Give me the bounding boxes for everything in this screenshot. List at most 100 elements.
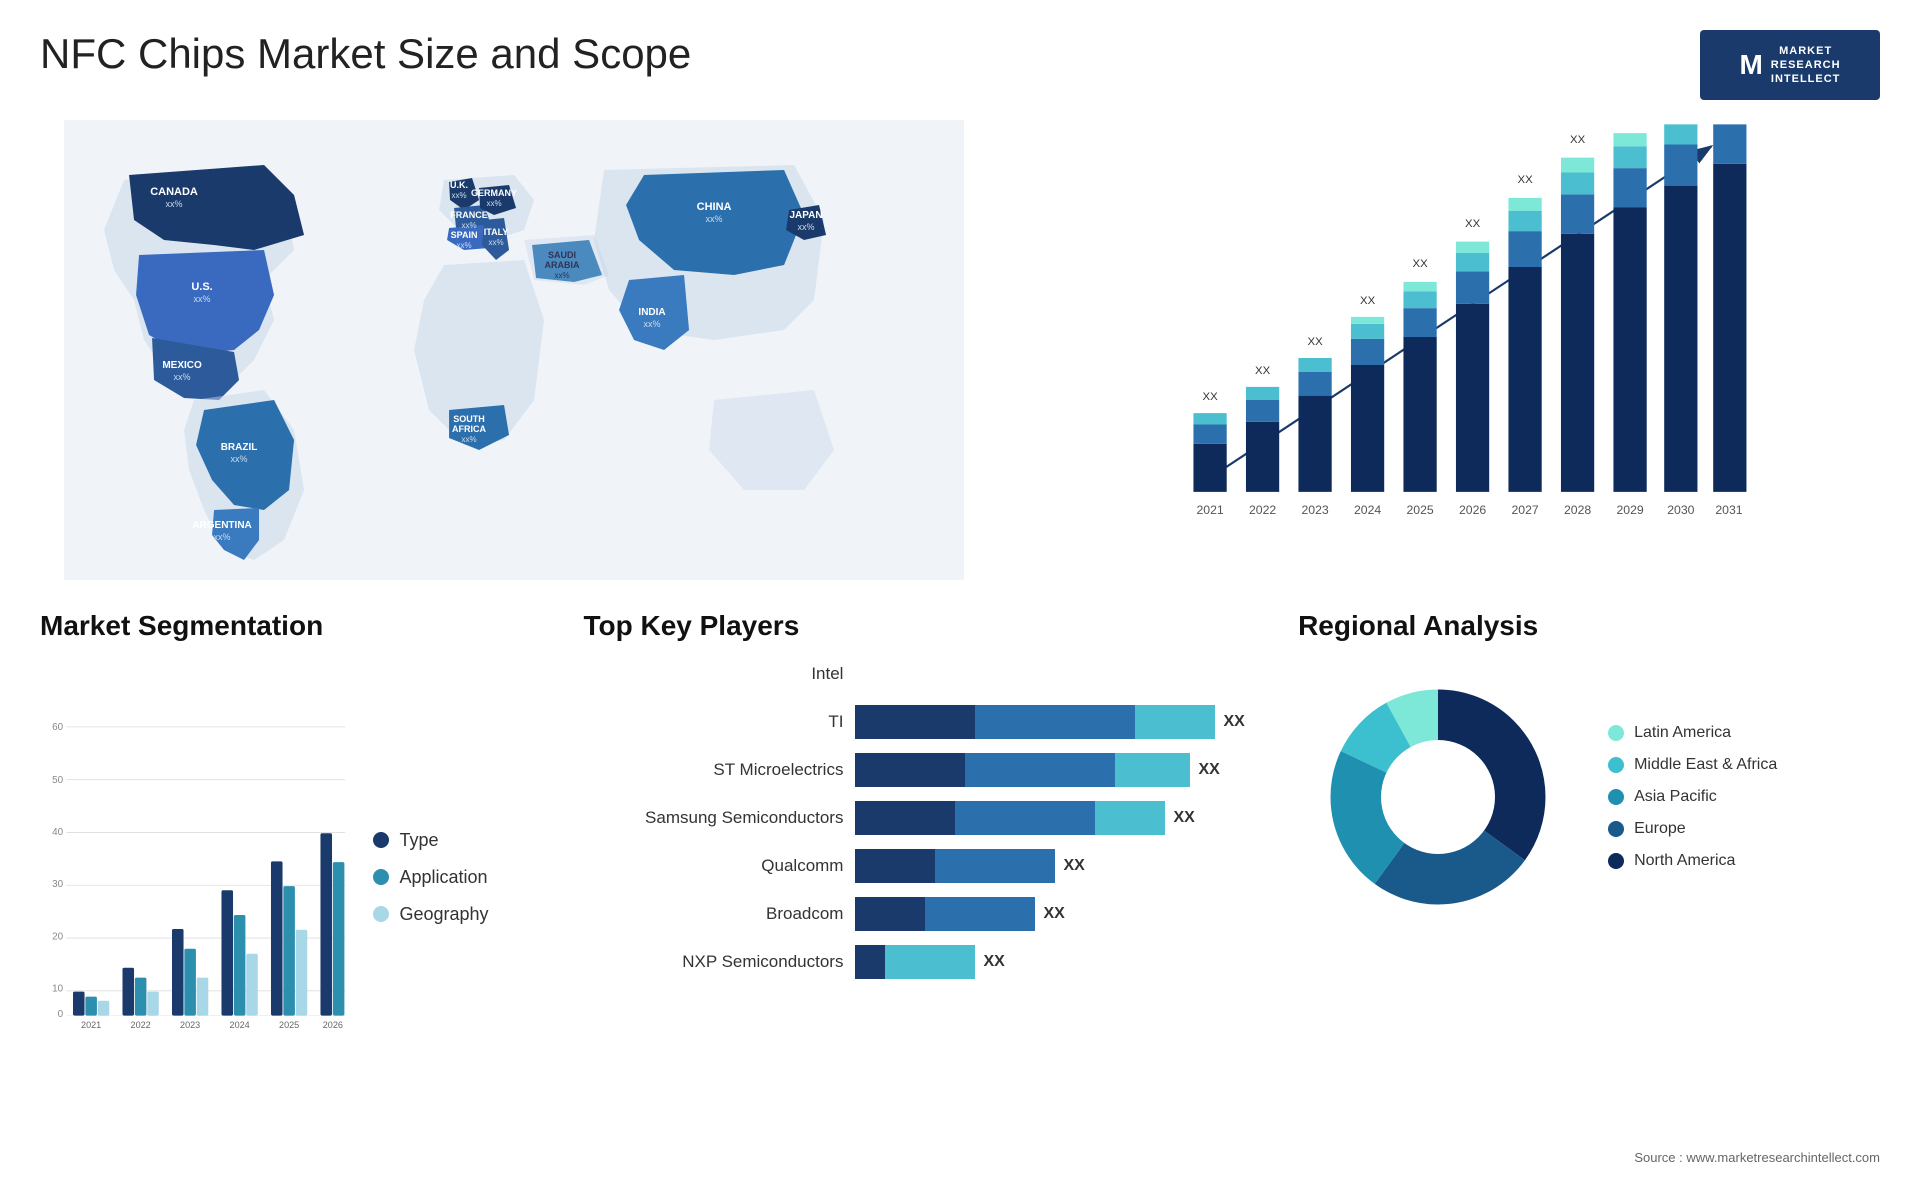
- svg-text:0: 0: [58, 1009, 64, 1020]
- svg-text:2030: 2030: [1667, 503, 1694, 517]
- players-title: Top Key Players: [583, 610, 1268, 642]
- bar-seg1: [855, 705, 975, 739]
- svg-text:2031: 2031: [1715, 503, 1742, 517]
- logo-m-letter: M: [1739, 49, 1762, 81]
- source-text: Source : www.marketresearchintellect.com: [1634, 1150, 1880, 1165]
- svg-text:2023: 2023: [180, 1020, 200, 1030]
- legend-asia-pacific: Asia Pacific: [1608, 788, 1777, 806]
- svg-text:ARABIA: ARABIA: [545, 260, 580, 270]
- player-st-xx: XX: [1198, 761, 1219, 779]
- svg-text:xx%: xx%: [706, 214, 723, 224]
- legend-europe: Europe: [1608, 820, 1777, 838]
- legend-north-america: North America: [1608, 852, 1777, 870]
- svg-text:40: 40: [52, 827, 63, 838]
- player-samsung-xx: XX: [1173, 809, 1194, 827]
- player-nxp-bar-container: XX: [855, 945, 1268, 979]
- player-intel-bar: [855, 657, 1268, 691]
- legend-mea: Middle East & Africa: [1608, 756, 1777, 774]
- page-title: NFC Chips Market Size and Scope: [40, 30, 691, 78]
- svg-text:2027: 2027: [1512, 503, 1539, 517]
- player-broadcom-bar: [855, 897, 1035, 931]
- donut-chart-svg: [1298, 657, 1578, 937]
- player-st-bar-container: XX: [855, 753, 1268, 787]
- dot-north-america: [1608, 853, 1624, 869]
- svg-text:SAUDI: SAUDI: [548, 250, 576, 260]
- legend-application-label: Application: [399, 867, 487, 888]
- player-nxp-xx: XX: [983, 953, 1004, 971]
- legend-geography-dot: [373, 906, 389, 922]
- svg-text:XX: XX: [1570, 134, 1586, 146]
- legend-application-dot: [373, 869, 389, 885]
- label-latin-america: Latin America: [1634, 724, 1731, 742]
- legend-geography: Geography: [373, 904, 553, 925]
- svg-text:XX: XX: [1255, 365, 1271, 377]
- player-ti-bar-container: XX: [855, 705, 1268, 739]
- dot-mea: [1608, 757, 1624, 773]
- regional-title: Regional Analysis: [1298, 610, 1880, 642]
- svg-text:GERMANY: GERMANY: [471, 188, 517, 198]
- player-ti-name: TI: [583, 712, 843, 732]
- dot-europe: [1608, 821, 1624, 837]
- svg-text:xx%: xx%: [174, 372, 191, 382]
- bar-seg2: [925, 897, 1035, 931]
- svg-text:2021: 2021: [1197, 503, 1224, 517]
- player-qualcomm-xx: XX: [1063, 857, 1084, 875]
- player-broadcom: Broadcom XX: [583, 897, 1268, 931]
- bar-seg1: [855, 945, 885, 979]
- bar-seg3: [1095, 801, 1165, 835]
- svg-text:AFRICA: AFRICA: [452, 424, 486, 434]
- svg-text:2023: 2023: [1302, 503, 1329, 517]
- bar-seg3: [885, 945, 975, 979]
- svg-text:U.S.: U.S.: [191, 281, 212, 293]
- svg-text:xx%: xx%: [486, 199, 501, 208]
- player-st-bar: [855, 753, 1190, 787]
- player-st-name: ST Microelectrics: [583, 760, 843, 780]
- legend-geography-label: Geography: [399, 904, 488, 925]
- svg-text:ARGENTINA: ARGENTINA: [192, 520, 251, 531]
- svg-text:2021: 2021: [81, 1020, 101, 1030]
- player-qualcomm-bar: [855, 849, 1055, 883]
- seg-legend: Type Application Geography: [373, 657, 553, 1097]
- players-list: Intel TI XX: [583, 657, 1268, 979]
- world-map-section: CANADA xx% U.S. xx% MEXICO xx% BRAZIL xx…: [40, 120, 988, 580]
- seg-chart-wrap: 60 50 40 30 20 10 0: [40, 657, 353, 1097]
- svg-text:XX: XX: [1465, 218, 1481, 230]
- svg-text:2022: 2022: [1249, 503, 1276, 517]
- svg-text:xx%: xx%: [554, 271, 569, 280]
- logo-line1: MARKET: [1771, 44, 1841, 58]
- bottom-row: Market Segmentation 60 50 40 30 20 10 0: [40, 610, 1880, 1170]
- svg-text:U.K.: U.K.: [450, 180, 468, 190]
- player-nxp: NXP Semiconductors XX: [583, 945, 1268, 979]
- svg-text:SPAIN: SPAIN: [451, 230, 478, 240]
- label-mea: Middle East & Africa: [1634, 756, 1777, 774]
- svg-text:ITALY: ITALY: [484, 227, 509, 237]
- svg-text:60: 60: [52, 722, 63, 733]
- legend-type-dot: [373, 832, 389, 848]
- svg-text:MEXICO: MEXICO: [162, 360, 202, 371]
- svg-text:xx%: xx%: [456, 241, 471, 250]
- svg-text:XX: XX: [1203, 391, 1219, 403]
- svg-text:2026: 2026: [1459, 503, 1486, 517]
- players-section: Top Key Players Intel TI: [583, 610, 1268, 1170]
- player-samsung-bar-container: XX: [855, 801, 1268, 835]
- player-ti: TI XX: [583, 705, 1268, 739]
- regional-section: Regional Analysis: [1298, 610, 1880, 1170]
- svg-text:2029: 2029: [1617, 503, 1644, 517]
- bar-seg2: [965, 753, 1115, 787]
- bar-seg2: [935, 849, 1055, 883]
- logo-line2: RESEARCH: [1771, 58, 1841, 72]
- growth-chart-section: XX 2021 XX 2022 XX 2023 XX: [1018, 120, 1880, 580]
- player-nxp-name: NXP Semiconductors: [583, 952, 843, 972]
- label-europe: Europe: [1634, 820, 1686, 838]
- legend-latin-america: Latin America: [1608, 724, 1777, 742]
- svg-text:INDIA: INDIA: [638, 307, 665, 318]
- player-nxp-bar: [855, 945, 975, 979]
- growth-bar-chart: XX 2021 XX 2022 XX 2023 XX: [1018, 120, 1880, 540]
- bar-seg1: [855, 849, 935, 883]
- seg-wrapper: 60 50 40 30 20 10 0: [40, 657, 553, 1097]
- page-container: NFC Chips Market Size and Scope M MARKET…: [0, 0, 1920, 1200]
- segmentation-section: Market Segmentation 60 50 40 30 20 10 0: [40, 610, 553, 1170]
- regional-legend: Latin America Middle East & Africa Asia …: [1608, 724, 1777, 870]
- bar-seg1: [855, 753, 965, 787]
- svg-text:xx%: xx%: [798, 222, 815, 232]
